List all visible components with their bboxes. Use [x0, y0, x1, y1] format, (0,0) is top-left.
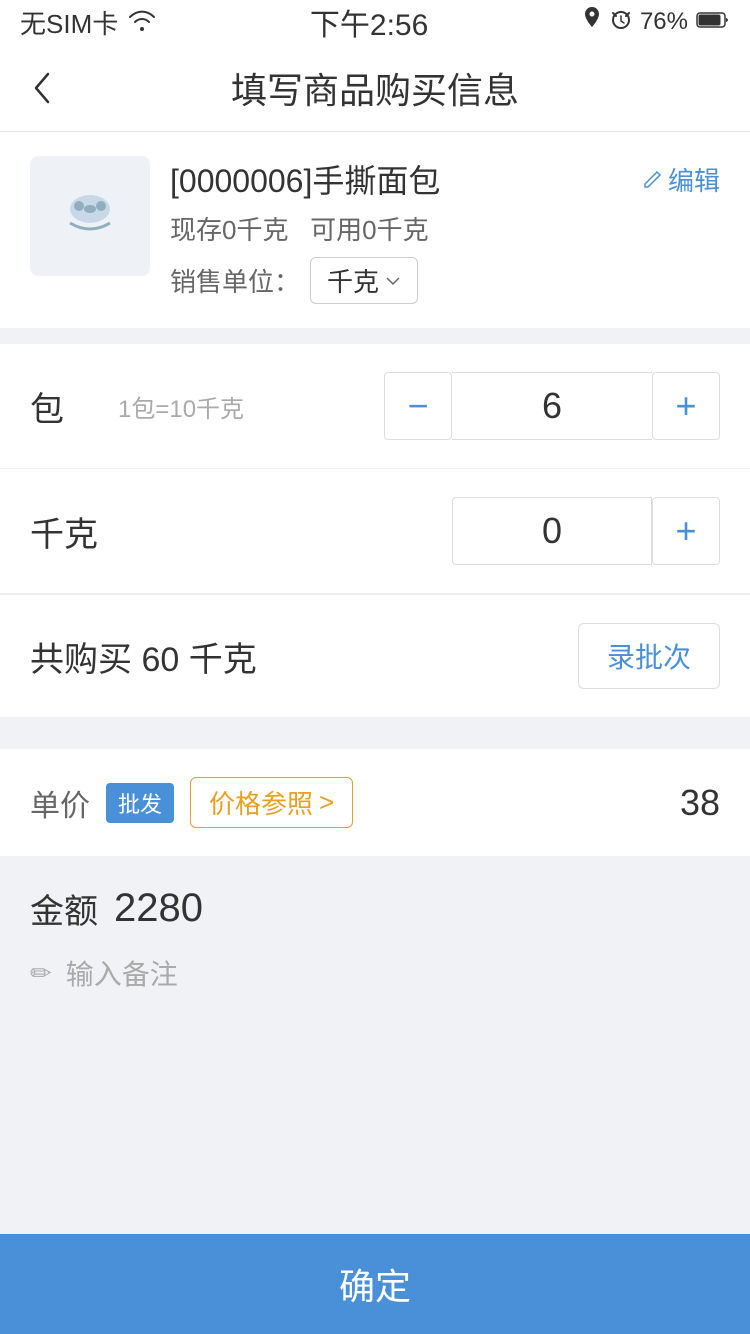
product-unit-row: 销售单位： 千克: [170, 257, 720, 304]
amount-section: 金额 2280 ✏ 输入备注: [0, 856, 750, 1005]
price-label: 单价: [30, 781, 90, 825]
confirm-button[interactable]: 确定: [0, 1234, 750, 1334]
bag-section: 包 1包=10千克 − + 千克 + 共购买 60 千克: [0, 344, 750, 717]
unit-dropdown[interactable]: 千克: [310, 257, 418, 304]
bag-label: 包: [30, 382, 110, 431]
kg-plus-button[interactable]: +: [652, 497, 720, 565]
page-title: 填写商品购买信息: [231, 62, 519, 114]
kg-qty-row: 千克 +: [0, 469, 750, 594]
remark-row[interactable]: ✏ 输入备注: [30, 953, 720, 993]
bag-qty-controls: − +: [384, 372, 720, 440]
batch-button[interactable]: 录批次: [578, 623, 720, 689]
back-button[interactable]: [30, 68, 54, 108]
product-stock: 现存0千克 可用0千克: [170, 210, 720, 247]
bag-plus-button[interactable]: +: [652, 372, 720, 440]
price-value: 38: [680, 782, 720, 824]
content-area: [0000006]手撕面包 编辑 现存0千克 可用0千克 销售单位： 千克: [0, 132, 750, 1234]
bag-qty-input[interactable]: [452, 372, 652, 440]
remark-icon: ✏: [30, 958, 52, 989]
status-time: 下午2:56: [310, 0, 428, 44]
price-tag: 批发: [106, 783, 174, 823]
spacer: [0, 1005, 750, 1234]
location-icon: [582, 7, 602, 38]
bag-minus-button[interactable]: −: [384, 372, 452, 440]
product-info: [0000006]手撕面包 编辑 现存0千克 可用0千克 销售单位： 千克: [170, 156, 720, 304]
price-section: 单价 批发 价格参照 > 38: [0, 749, 750, 856]
summary-text: 共购买 60 千克: [30, 632, 578, 681]
battery-text: 76%: [640, 8, 688, 36]
alarm-icon: [610, 8, 632, 37]
product-image: [30, 156, 150, 276]
status-bar: 无SIM卡 下午2:56 76%: [0, 0, 750, 44]
battery-icon: [696, 8, 730, 36]
amount-row: 金额 2280: [30, 884, 720, 933]
edit-button[interactable]: 编辑: [642, 161, 720, 198]
amount-label: 金额: [30, 884, 98, 933]
status-right: 76%: [582, 7, 730, 38]
bag-hint: 1包=10千克: [118, 389, 384, 424]
status-left: 无SIM卡: [20, 4, 156, 41]
price-row: 单价 批发 价格参照 > 38: [30, 777, 720, 828]
product-name: [0000006]手撕面包: [170, 156, 440, 202]
carrier-text: 无SIM卡: [20, 4, 118, 41]
remark-placeholder: 输入备注: [66, 953, 178, 993]
kg-qty-input[interactable]: [452, 497, 652, 565]
product-card: [0000006]手撕面包 编辑 现存0千克 可用0千克 销售单位： 千克: [0, 132, 750, 328]
bag-qty-row: 包 1包=10千克 − +: [0, 344, 750, 469]
amount-value: 2280: [114, 886, 203, 931]
price-ref-button[interactable]: 价格参照 >: [190, 777, 353, 828]
wifi-icon: [128, 7, 156, 38]
kg-label: 千克: [30, 507, 110, 556]
summary-row: 共购买 60 千克 录批次: [0, 594, 750, 717]
nav-bar: 填写商品购买信息: [0, 44, 750, 132]
kg-qty-controls: +: [452, 497, 720, 565]
